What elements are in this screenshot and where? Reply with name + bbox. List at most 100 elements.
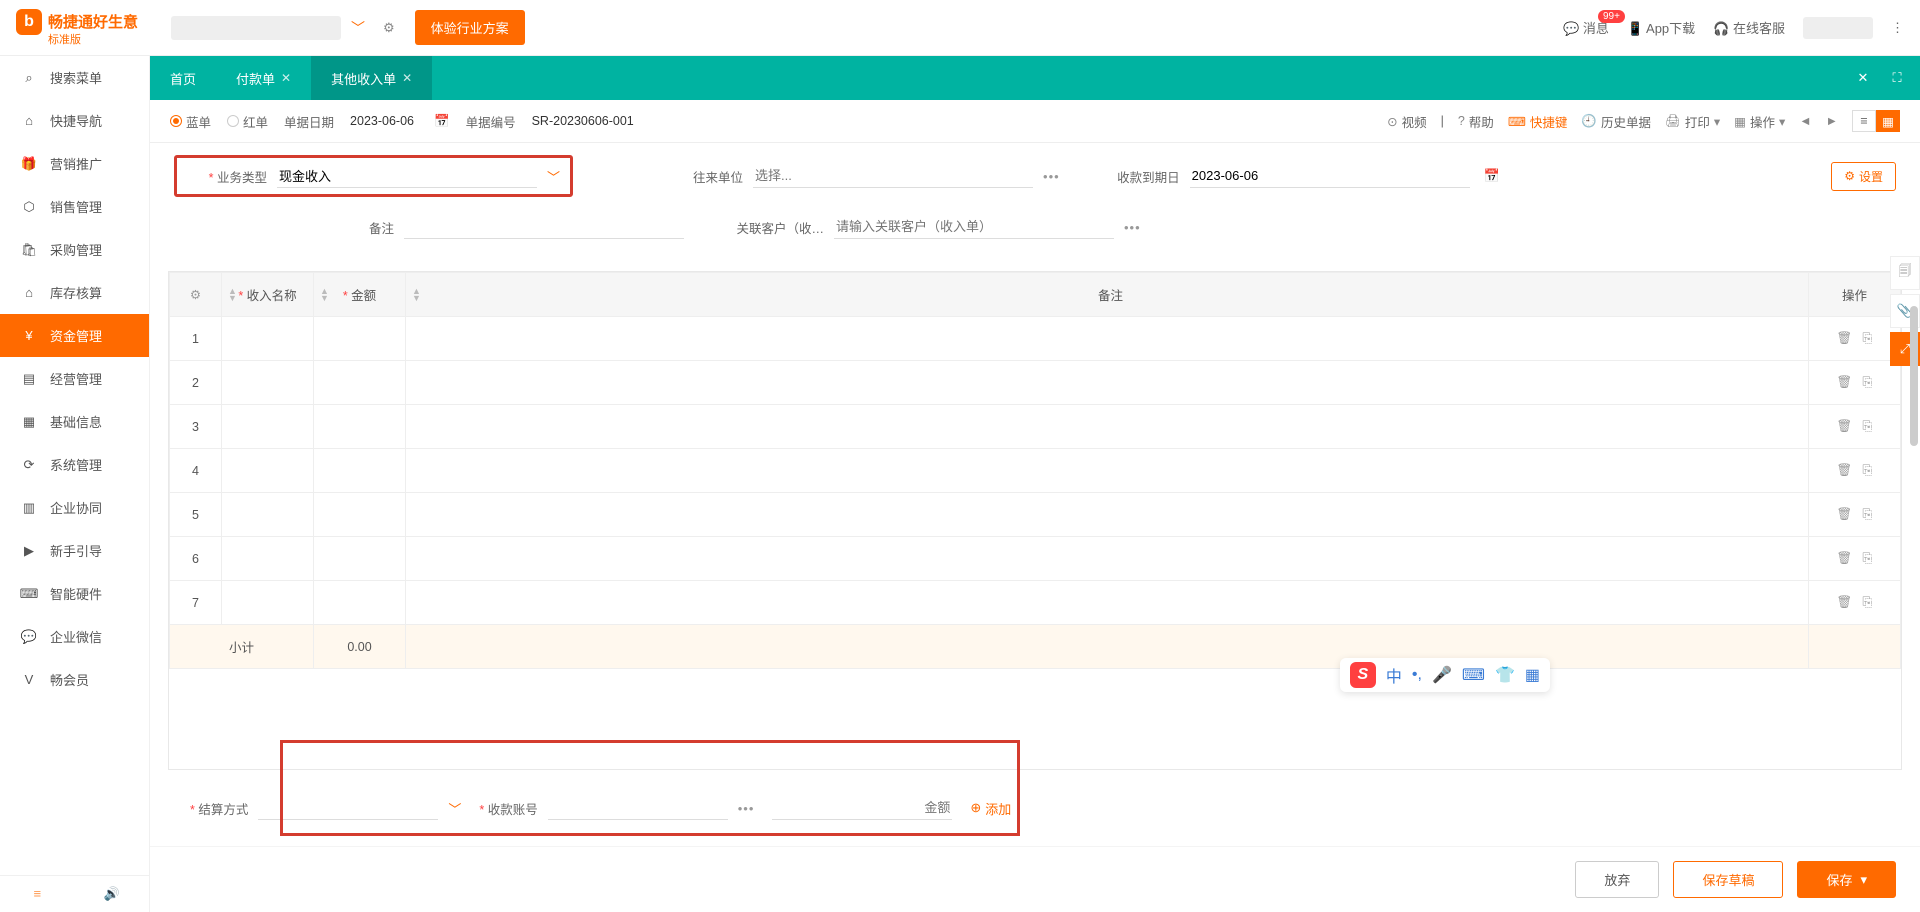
table-row[interactable]: 2🗑⎘ [170, 361, 1901, 405]
sidebar-sound-button[interactable]: 🔊 [75, 876, 150, 912]
history-button[interactable]: 🕘历史单据 [1581, 112, 1651, 131]
cell-amount[interactable] [314, 449, 406, 493]
ime-mic-icon[interactable]: 🎤 [1432, 665, 1452, 685]
delete-icon[interactable]: 🗑 [1837, 375, 1853, 390]
save-draft-button[interactable]: 保存草稿 [1673, 861, 1783, 898]
sidebar-item-9[interactable]: ⟳系统管理 [0, 443, 149, 486]
ime-toolbar[interactable]: S 中 •, 🎤 ⌨ 👕 ▦ [1340, 658, 1550, 692]
sidebar-item-3[interactable]: ⬡销售管理 [0, 185, 149, 228]
tab-0[interactable]: 首页 [150, 56, 216, 100]
scrollbar[interactable] [1910, 306, 1918, 446]
sidebar-item-14[interactable]: V畅会员 [0, 658, 149, 701]
settle-amount-input[interactable] [772, 796, 952, 820]
help-button[interactable]: ?帮助 [1458, 112, 1494, 131]
messages-link[interactable]: 💬 消息 [1563, 18, 1609, 37]
video-button[interactable]: ⊙视频 [1387, 112, 1427, 131]
delete-icon[interactable]: 🗑 [1837, 595, 1853, 610]
ops-button[interactable]: ▦操作▾ [1734, 112, 1785, 131]
view-form-button[interactable]: ▦ [1876, 110, 1900, 132]
sidebar-item-7[interactable]: ▤经营管理 [0, 357, 149, 400]
tab-1[interactable]: 付款单✕ [216, 56, 311, 100]
chevron-down-icon[interactable]: ﹀ [448, 799, 461, 818]
radio-blue[interactable]: 蓝单 [170, 112, 211, 131]
table-row[interactable]: 6🗑⎘ [170, 537, 1901, 581]
user-avatar-blur[interactable] [1803, 17, 1873, 39]
cell-amount[interactable] [314, 537, 406, 581]
close-icon[interactable]: ✕ [402, 71, 412, 85]
sidebar-item-5[interactable]: ⌂库存核算 [0, 271, 149, 314]
more-icon[interactable]: ⋮ [1891, 20, 1904, 36]
gear-icon[interactable]: ⚙ [383, 20, 395, 36]
prev-icon[interactable]: ◄ [1799, 114, 1811, 128]
save-button[interactable]: 保存▾ [1797, 861, 1896, 898]
cell-name[interactable] [222, 493, 314, 537]
th-income-name[interactable]: ▲▼收入名称 [222, 273, 314, 317]
tab-close-all-button[interactable]: ✕ [1850, 70, 1876, 86]
sidebar-item-10[interactable]: ▥企业协同 [0, 486, 149, 529]
table-row[interactable]: 5🗑⎘ [170, 493, 1901, 537]
th-amount[interactable]: ▲▼金额 [314, 273, 406, 317]
rel-more-icon[interactable]: ••• [1124, 220, 1141, 235]
table-row[interactable]: 7🗑⎘ [170, 581, 1901, 625]
partner-input[interactable] [753, 164, 1033, 188]
settings-button[interactable]: ⚙设置 [1831, 162, 1896, 191]
hotkey-button[interactable]: ⌨快捷键 [1508, 112, 1568, 131]
cell-name[interactable] [222, 361, 314, 405]
sidebar-item-8[interactable]: ▦基础信息 [0, 400, 149, 443]
delete-icon[interactable]: 🗑 [1837, 331, 1853, 346]
cell-name[interactable] [222, 317, 314, 361]
cell-name[interactable] [222, 405, 314, 449]
cell-name[interactable] [222, 581, 314, 625]
partner-more-icon[interactable]: ••• [1043, 169, 1060, 184]
copy-icon[interactable]: ⎘ [1862, 375, 1872, 390]
print-button[interactable]: 🖨打印▾ [1665, 112, 1720, 131]
table-row[interactable]: 1🗑⎘ [170, 317, 1901, 361]
add-settlement-button[interactable]: ⊕添加 [970, 799, 1011, 818]
rail-note-icon[interactable]: 🗐 [1890, 256, 1920, 290]
ime-skin-icon[interactable]: 👕 [1495, 665, 1515, 685]
cell-amount[interactable] [314, 361, 406, 405]
sidebar-collapse-button[interactable]: ≡ [0, 876, 75, 912]
delete-icon[interactable]: 🗑 [1837, 463, 1853, 478]
delete-icon[interactable]: 🗑 [1837, 507, 1853, 522]
table-row[interactable]: 3🗑⎘ [170, 405, 1901, 449]
radio-red[interactable]: 红单 [227, 112, 268, 131]
cell-remark[interactable] [406, 493, 1809, 537]
tab-expand-button[interactable]: ⛶ [1884, 70, 1910, 86]
try-plan-button[interactable]: 体验行业方案 [415, 10, 525, 45]
app-download-link[interactable]: 📱 App下载 [1627, 18, 1695, 37]
sidebar-item-12[interactable]: ⌨智能硬件 [0, 572, 149, 615]
service-link[interactable]: 🎧 在线客服 [1713, 18, 1785, 37]
cell-remark[interactable] [406, 449, 1809, 493]
sidebar-item-13[interactable]: 💬企业微信 [0, 615, 149, 658]
sidebar-item-6[interactable]: ¥资金管理 [0, 314, 149, 357]
cell-remark[interactable] [406, 581, 1809, 625]
ime-punct-icon[interactable]: •, [1412, 666, 1422, 684]
cell-name[interactable] [222, 537, 314, 581]
cell-amount[interactable] [314, 317, 406, 361]
cell-name[interactable] [222, 449, 314, 493]
cell-remark[interactable] [406, 537, 1809, 581]
settle-method-input[interactable] [258, 796, 438, 820]
next-icon[interactable]: ► [1826, 114, 1838, 128]
sidebar-item-4[interactable]: 🛍采购管理 [0, 228, 149, 271]
biz-type-input[interactable] [277, 164, 537, 188]
tab-2[interactable]: 其他收入单✕ [311, 56, 432, 100]
doc-date-value[interactable]: 2023-06-06 [350, 114, 414, 128]
discard-button[interactable]: 放弃 [1575, 861, 1659, 898]
due-input[interactable] [1190, 164, 1470, 188]
sidebar-item-11[interactable]: ▶新手引导 [0, 529, 149, 572]
copy-icon[interactable]: ⎘ [1862, 595, 1872, 610]
copy-icon[interactable]: ⎘ [1862, 507, 1872, 522]
calendar-icon[interactable]: 📅 [1484, 168, 1500, 184]
sidebar-item-2[interactable]: 🎁营销推广 [0, 142, 149, 185]
copy-icon[interactable]: ⎘ [1862, 331, 1872, 346]
delete-icon[interactable]: 🗑 [1837, 551, 1853, 566]
th-gear[interactable]: ⚙ [170, 273, 222, 317]
table-row[interactable]: 4🗑⎘ [170, 449, 1901, 493]
view-list-button[interactable]: ≡ [1852, 110, 1876, 132]
ime-lang[interactable]: 中 [1386, 663, 1402, 687]
remark-input[interactable] [404, 215, 684, 239]
cell-remark[interactable] [406, 405, 1809, 449]
sidebar-item-0[interactable]: ⌕搜索菜单 [0, 56, 149, 99]
